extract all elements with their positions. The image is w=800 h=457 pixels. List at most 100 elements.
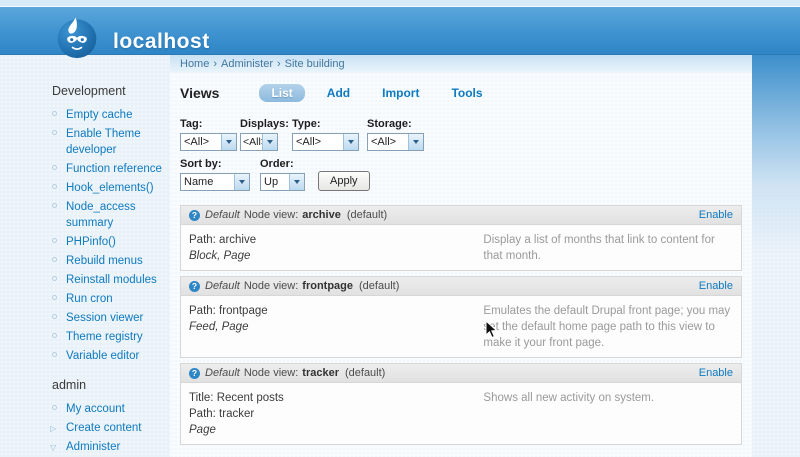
view-row-header: ? Default Node view: tracker (default) E… [181,364,741,383]
dropdown-arrow-icon [262,134,277,150]
view-kind: Node view: [243,209,299,221]
dropdown-arrow-icon [234,174,249,190]
help-icon[interactable]: ? [189,209,200,221]
storage-filter-label: Storage: [367,118,412,130]
tab-tools[interactable]: Tools [451,86,482,100]
bullet-icon [52,184,57,189]
sidebar-item-theme-registry[interactable]: Theme registry [52,329,172,345]
sidebar-section-admin: admin [52,378,87,392]
site-name[interactable]: localhost [113,30,210,54]
bullet-icon [52,165,57,170]
order-select[interactable]: Up [260,173,305,191]
view-name: tracker [302,367,339,379]
tab-import[interactable]: Import [382,86,419,100]
sidebar-item-session-viewer[interactable]: Session viewer [52,310,172,326]
bullet-icon [52,257,57,262]
sidebar-item-rebuild-menus[interactable]: Rebuild menus [52,253,172,269]
sidebar: Development Empty cache Enable Theme dev… [50,84,172,457]
view-path: Path: tracker [189,408,255,420]
dropdown-arrow-icon [221,134,236,150]
view-row-frontpage: ? Default Node view: frontpage (default)… [180,276,742,358]
page-title: Views [180,85,220,101]
sidebar-item-administer[interactable]: ▽Administer ▷Content management [50,439,172,457]
background-fade [752,55,800,255]
bullet-icon [52,295,57,300]
sidebar-section-development: Development [52,84,126,98]
dropdown-arrow-icon [343,134,358,150]
tab-list[interactable]: List [259,84,305,102]
sidebar-item-hook-elements[interactable]: Hook_elements() [52,180,172,196]
sidebar-item-empty-cache[interactable]: Empty cache [52,107,172,123]
sidebar-item-run-cron[interactable]: Run cron [52,291,172,307]
view-name: archive [302,209,341,221]
view-description: Shows all new activity on system. [483,392,655,404]
view-status: Default [205,280,240,292]
site-header: localhost [0,7,800,59]
bullet-icon [52,276,57,281]
view-title: Title: Recent posts [189,392,284,404]
view-suffix: (default) [346,209,388,221]
sidebar-item-variable-editor[interactable]: Variable editor [52,348,172,364]
view-kind: Node view: [243,367,299,379]
view-displays: Feed, Page [189,321,249,333]
enable-link[interactable]: Enable [699,367,733,379]
drupal-logo-icon[interactable] [55,15,99,59]
collapsed-arrow-icon[interactable]: ▷ [50,421,56,437]
view-status: Default [205,209,240,221]
view-suffix: (default) [344,367,386,379]
view-details: Path: frontpage Feed, Page [189,303,483,351]
dropdown-arrow-icon [289,174,304,190]
filters: Tag: <All> Displays: <All> Type: [180,118,742,191]
sort-by-select[interactable]: Name [180,173,250,191]
breadcrumb-site-building[interactable]: Site building [285,58,345,70]
sidebar-item-reinstall-modules[interactable]: Reinstall modules [52,272,172,288]
type-filter-select[interactable]: <All> [292,133,359,151]
storage-filter-select[interactable]: <All> [367,133,424,151]
bullet-icon [52,314,57,319]
view-row-header: ? Default Node view: archive (default) E… [181,206,741,225]
top-strip [0,0,800,7]
view-description: Display a list of months that link to co… [483,234,715,262]
view-suffix: (default) [359,280,400,292]
bullet-icon [52,203,57,208]
view-row-header: ? Default Node view: frontpage (default)… [181,277,741,296]
sidebar-item-enable-theme-developer[interactable]: Enable Theme developer [52,126,172,158]
view-row-archive: ? Default Node view: archive (default) E… [180,205,742,271]
tag-filter-label: Tag: [180,118,203,130]
view-path: Path: archive [189,234,257,246]
breadcrumb-separator: › [276,58,281,70]
tag-filter-select[interactable]: <All> [180,133,237,151]
tab-bar: List Add Import Tools [259,84,514,102]
view-row-tracker: ? Default Node view: tracker (default) E… [180,363,742,445]
view-description: Emulates the default Drupal front page; … [483,305,731,349]
bullet-icon [52,130,57,135]
sidebar-item-function-reference[interactable]: Function reference [52,161,172,177]
breadcrumb-administer[interactable]: Administer [221,58,273,70]
help-icon[interactable]: ? [189,367,200,379]
help-icon[interactable]: ? [189,280,200,292]
view-details: Title: Recent posts Path: tracker Page [189,390,483,438]
view-displays: Page [189,424,216,436]
view-name: frontpage [302,280,354,292]
view-displays: Block, Page [189,250,251,262]
sidebar-item-create-content[interactable]: ▷ Create content [50,420,172,437]
dropdown-arrow-icon [408,134,423,150]
sidebar-item-my-account[interactable]: My account [52,401,172,417]
enable-link[interactable]: Enable [699,280,733,292]
view-path: Path: frontpage [189,305,268,317]
apply-button[interactable]: Apply [318,171,370,191]
view-details: Path: archive Block, Page [189,232,483,264]
expanded-arrow-icon[interactable]: ▽ [50,440,56,456]
breadcrumb-home[interactable]: Home [180,58,209,70]
bullet-icon [52,352,57,357]
sidebar-item-node-access-summary[interactable]: Node_access summary [52,199,172,231]
view-kind: Node view: [243,280,299,292]
view-status: Default [205,367,240,379]
bullet-icon [52,111,57,116]
enable-link[interactable]: Enable [699,209,733,221]
tab-add[interactable]: Add [327,86,350,100]
displays-filter-select[interactable]: <All> [240,133,278,151]
sidebar-item-phpinfo[interactable]: PHPinfo() [52,234,172,250]
bullet-icon [52,238,57,243]
type-filter-label: Type: [292,118,321,130]
